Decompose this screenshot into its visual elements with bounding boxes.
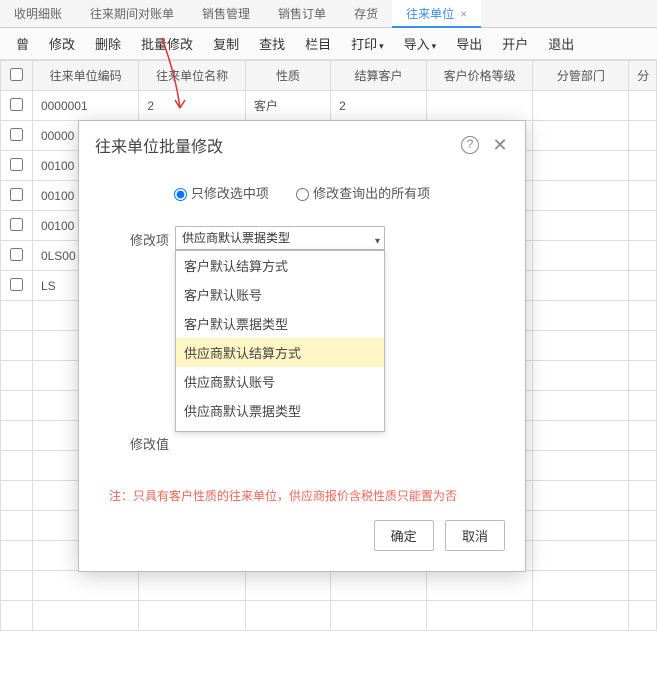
dialog-title: 往来单位批量修改 (95, 133, 461, 157)
cell-settle: 2 (331, 91, 427, 121)
tb-delete[interactable]: 删除 (85, 34, 131, 53)
cell-extra (629, 121, 657, 151)
tab-partner[interactable]: 往来单位× (392, 0, 481, 28)
help-icon[interactable]: ? (461, 136, 479, 154)
cell-dept (533, 121, 629, 151)
tb-batch-edit[interactable]: 批量修改 (131, 34, 203, 53)
ok-button[interactable]: 确定 (374, 520, 434, 551)
tb-print[interactable]: 打印▾ (341, 34, 394, 53)
top-tabs: 收明细账 往来期间对账单 销售管理 销售订单 存货 往来单位× (0, 0, 657, 28)
cell-price (426, 91, 532, 121)
col-dept[interactable]: 分管部门 (533, 61, 629, 91)
tb-columns[interactable]: 栏目 (295, 34, 341, 53)
col-code[interactable]: 往来单位编码 (32, 61, 138, 91)
field-dropdown: 客户默认结算方式客户默认账号客户默认票据类型供应商默认结算方式供应商默认账号供应… (175, 250, 385, 432)
scope-radio-group: 只修改选中项 修改查询出的所有项 (109, 183, 495, 202)
col-settle[interactable]: 结算客户 (331, 61, 427, 91)
cell-code: 0000001 (32, 91, 138, 121)
row-checkbox[interactable] (10, 128, 23, 141)
close-icon[interactable]: × (460, 7, 467, 21)
row-checkbox[interactable] (10, 218, 23, 231)
cell-extra (629, 151, 657, 181)
row-checkbox[interactable] (10, 248, 23, 261)
cell-extra (629, 211, 657, 241)
dropdown-option[interactable]: 客户默认结算方式 (176, 251, 384, 280)
cancel-button[interactable]: 取消 (445, 520, 505, 551)
tab-sales-order[interactable]: 销售订单 (264, 0, 340, 28)
tb-edit[interactable]: 修改 (39, 34, 85, 53)
cell-extra (629, 91, 657, 121)
row-checkbox[interactable] (10, 278, 23, 291)
cell-dept (533, 211, 629, 241)
col-price[interactable]: 客户价格等级 (426, 61, 532, 91)
tb-copy[interactable]: 复制 (203, 34, 249, 53)
check-all[interactable] (10, 68, 23, 81)
tb-exit[interactable]: 退出 (538, 34, 584, 53)
cell-dept (533, 181, 629, 211)
cell-dept (533, 91, 629, 121)
dialog-footer: 确定 取消 (79, 504, 525, 571)
col-checkbox (1, 61, 33, 91)
tb-import[interactable]: 导入▾ (394, 34, 447, 53)
radio-selected-only[interactable]: 只修改选中项 (174, 186, 269, 201)
col-name[interactable]: 往来单位名称 (139, 61, 245, 91)
tb-open-account[interactable]: 开户 (492, 34, 538, 53)
row-checkbox[interactable] (10, 98, 23, 111)
cell-nature: 客户 (245, 91, 330, 121)
dialog-header: 往来单位批量修改 ? ✕ (79, 121, 525, 165)
table-row-empty (1, 571, 657, 601)
tab-inventory[interactable]: 存货 (340, 0, 392, 28)
toolbar: 曾 修改 删除 批量修改 复制 查找 栏目 打印▾ 导入▾ 导出 开户 退出 (0, 28, 657, 60)
chevron-down-icon: ▾ (432, 41, 437, 51)
close-icon[interactable]: ✕ (491, 135, 509, 156)
table-row[interactable]: 00000012客户2 (1, 91, 657, 121)
dropdown-option[interactable]: 供应商默认账号 (176, 367, 384, 396)
batch-edit-dialog: 往来单位批量修改 ? ✕ 只修改选中项 修改查询出的所有项 修改项 供应商默认票… (78, 120, 526, 572)
tb-find[interactable]: 查找 (249, 34, 295, 53)
tab-sales-mgmt[interactable]: 销售管理 (188, 0, 264, 28)
row-checkbox[interactable] (10, 188, 23, 201)
col-extra[interactable]: 分 (629, 61, 657, 91)
radio-all-queried[interactable]: 修改查询出的所有项 (296, 186, 430, 201)
cell-dept (533, 271, 629, 301)
field-select[interactable]: 供应商默认票据类型 ▾ (175, 226, 385, 250)
row-checkbox[interactable] (10, 158, 23, 171)
cell-extra (629, 181, 657, 211)
table-row-empty (1, 601, 657, 631)
cell-name: 2 (139, 91, 245, 121)
dropdown-option[interactable]: 客户默认票据类型 (176, 309, 384, 338)
label-value: 修改值 (109, 430, 169, 453)
cell-extra (629, 271, 657, 301)
dropdown-option[interactable]: 参与自动核销 (176, 425, 384, 431)
cell-extra (629, 241, 657, 271)
dropdown-option[interactable]: 供应商默认票据类型 (176, 396, 384, 425)
dropdown-option[interactable]: 客户默认账号 (176, 280, 384, 309)
tab-detail-ledger[interactable]: 收明细账 (0, 0, 76, 28)
dialog-note: 注：只具有客户性质的往来单位，供应商报价含税性质只能置为否 (79, 473, 525, 504)
tb-export[interactable]: 导出 (446, 34, 492, 53)
tb-new[interactable]: 曾 (6, 34, 39, 53)
label-field: 修改项 (109, 226, 169, 249)
chevron-down-icon: ▾ (379, 41, 384, 51)
col-nature[interactable]: 性质 (245, 61, 330, 91)
cell-dept (533, 241, 629, 271)
tab-reconcile[interactable]: 往来期间对账单 (76, 0, 188, 28)
cell-dept (533, 151, 629, 181)
dropdown-option[interactable]: 供应商默认结算方式 (176, 338, 384, 367)
